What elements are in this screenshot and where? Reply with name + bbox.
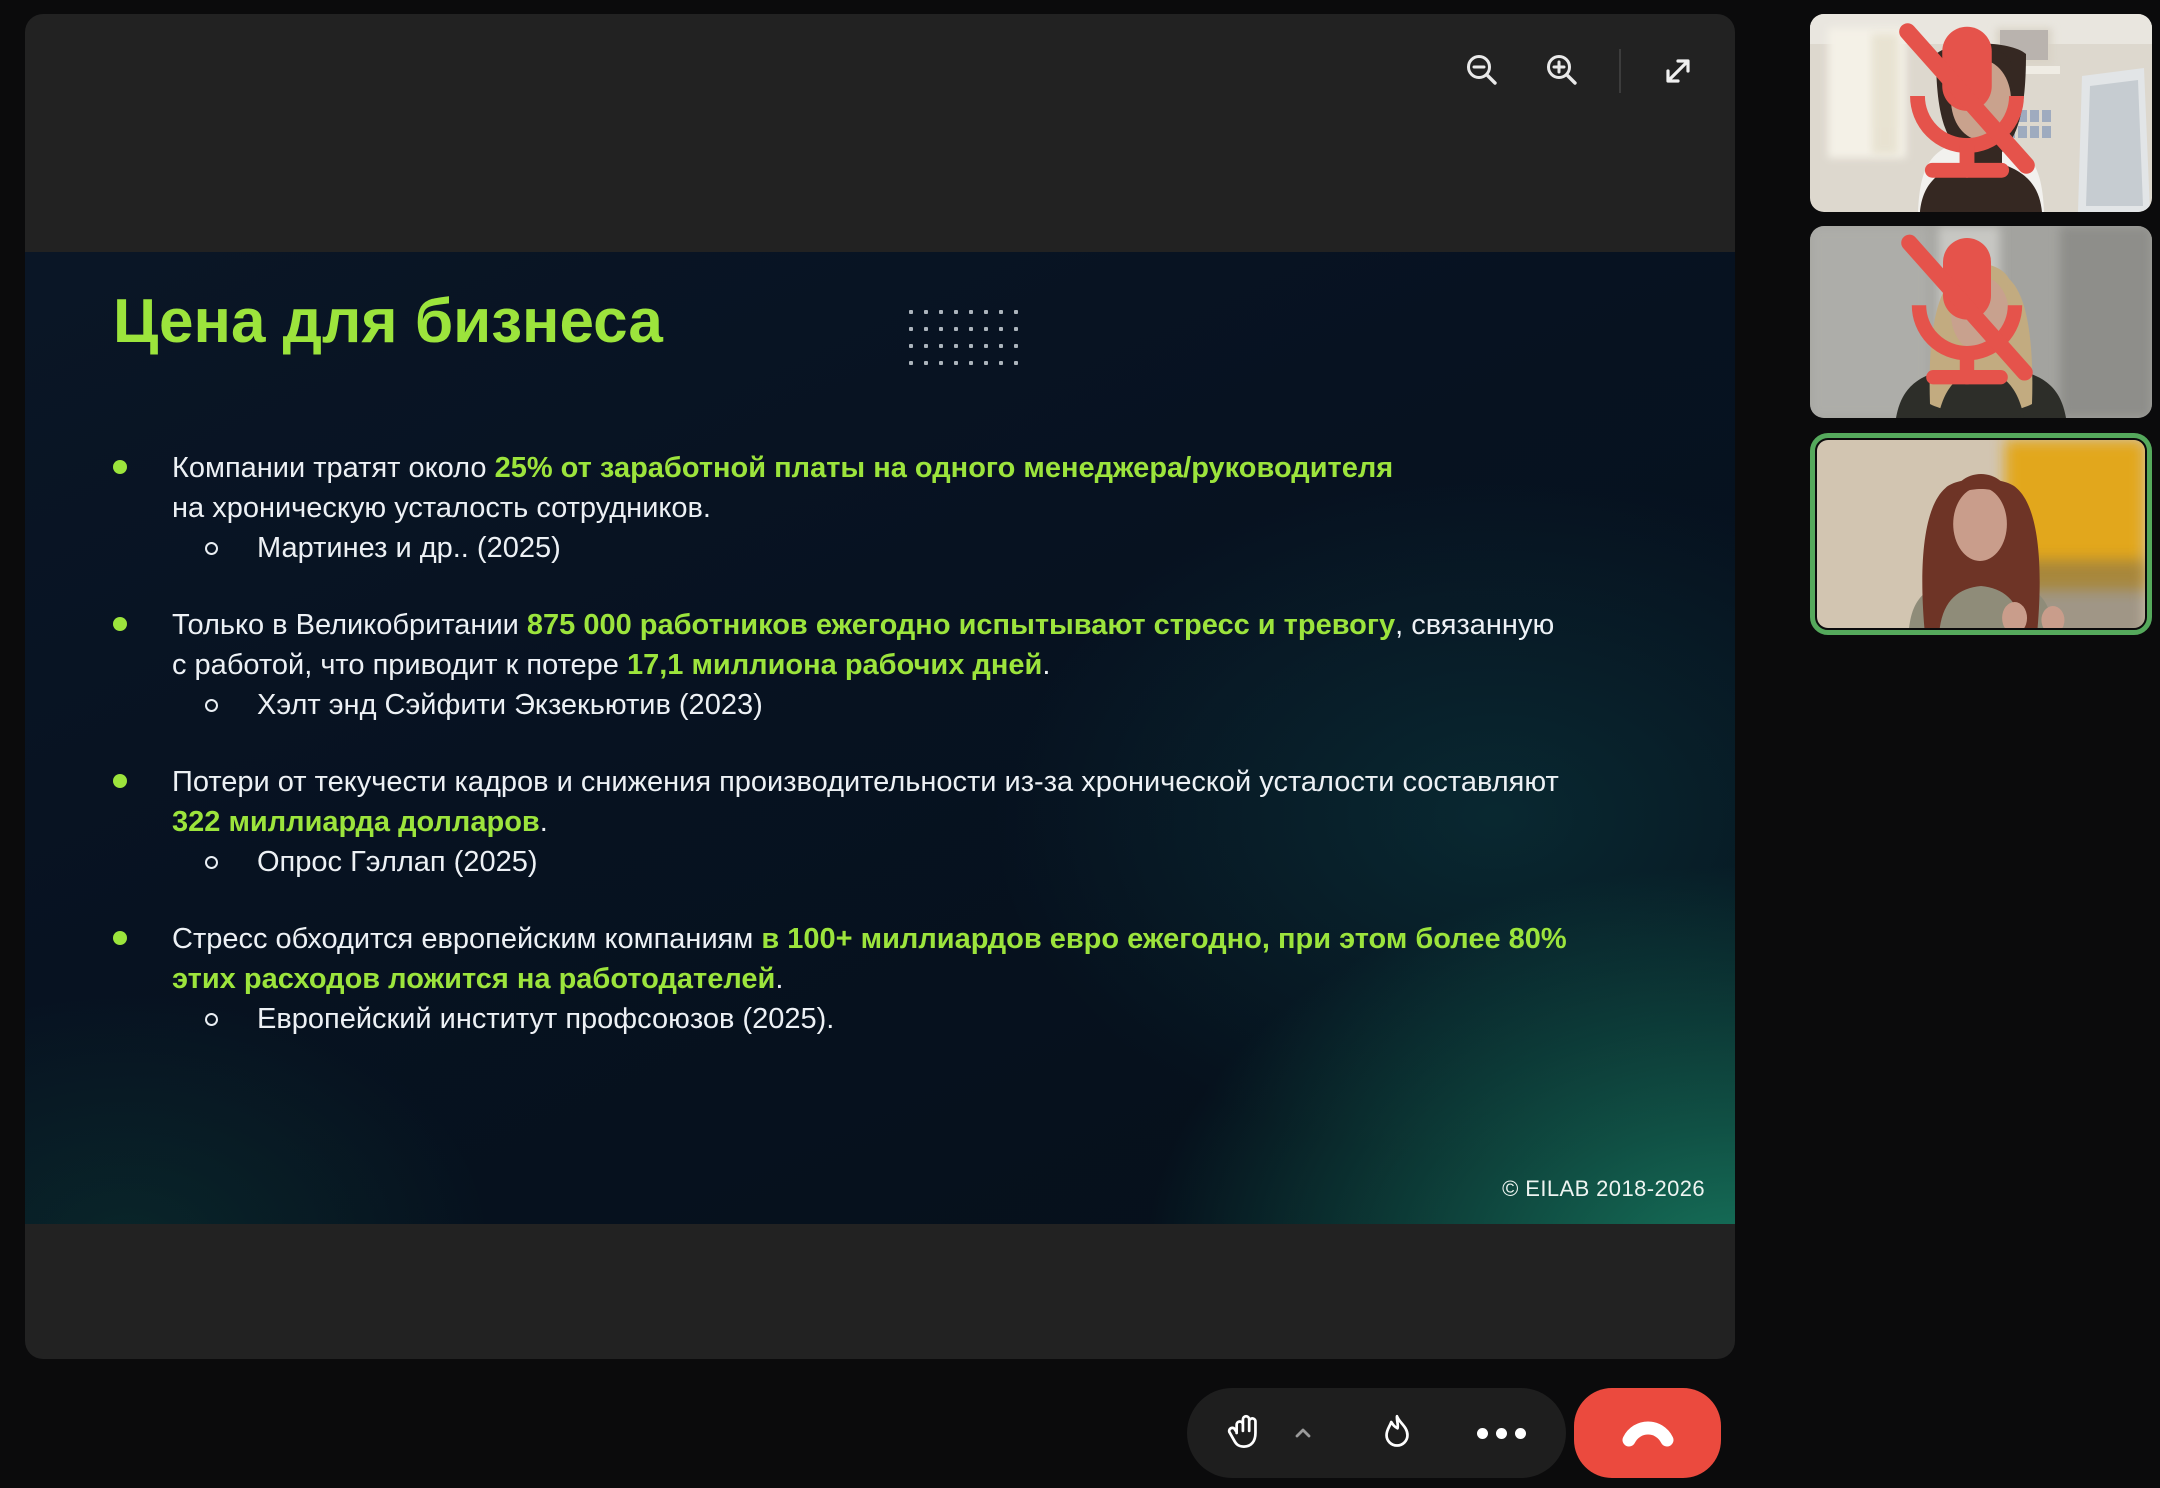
bullet-text: Только в Великобритании 875 000 работник… [172, 605, 1613, 725]
participant-3-video-clip [1817, 440, 2145, 628]
raise-hand-icon [1227, 1414, 1257, 1448]
bullet-item: Стресс обходится европейским компаниям в… [113, 919, 1613, 1039]
bullet-dot [113, 762, 172, 882]
bullet-source: Хэлт энд Сэйфити Экзекьютив (2023) [172, 685, 1613, 725]
expand-fullscreen-button[interactable] [1655, 48, 1701, 94]
muted-mic-icon [1901, 234, 2033, 385]
source-text: Мартинез и др.. (2025) [257, 532, 561, 564]
reactions-button[interactable] [1367, 1388, 1427, 1478]
bullet-dot [113, 448, 172, 568]
participant-video-1[interactable] [1810, 14, 2152, 212]
presentation-toolbar [1459, 48, 1701, 94]
sub-bullet-ring-icon [205, 541, 218, 555]
zoom-out-button[interactable] [1459, 48, 1505, 94]
participants-sidebar [1810, 0, 2152, 1488]
chevron-up-icon [1295, 1428, 1311, 1438]
bullet-source: Опрос Гэллап (2025) [172, 842, 1613, 882]
copyright-text: © EILAB 2018-2026 [1502, 1176, 1705, 1201]
sub-bullet-ring-icon [205, 855, 218, 869]
ellipsis-icon [1476, 1427, 1526, 1439]
participant-video-2[interactable] [1810, 226, 2152, 418]
hang-up-phone-icon [1622, 1421, 1673, 1447]
zoom-in-button[interactable] [1539, 48, 1585, 94]
bullet-text: Компании тратят около 25% от заработной … [172, 448, 1613, 568]
end-call-button[interactable] [1574, 1388, 1721, 1478]
bullet-text: Стресс обходится европейским компаниям в… [172, 919, 1613, 1039]
muted-mic-icon [1899, 23, 2035, 178]
bullet-text: Потери от текучести кадров и снижения пр… [172, 762, 1613, 882]
decorative-dot-grid [909, 310, 1018, 365]
participant-3-video-frame [1817, 440, 2145, 628]
source-text: Европейский институт профсоюзов (2025). [257, 1003, 835, 1035]
bullet-dot [113, 919, 172, 1039]
fire-icon [1385, 1414, 1409, 1447]
raise-hand-button[interactable] [1217, 1388, 1273, 1478]
slide-title: Цена для бизнеса [113, 287, 663, 356]
bullet-dot [113, 605, 172, 725]
toolbar-divider [1619, 49, 1621, 93]
zoom-out-icon [1467, 55, 1497, 85]
bullet-item: Потери от текучести кадров и снижения пр… [113, 762, 1613, 882]
zoom-in-icon [1547, 55, 1577, 85]
bullet-source: Европейский институт профсоюзов (2025). [172, 999, 1613, 1039]
bullet-item: Компании тратят около 25% от заработной … [113, 448, 1613, 568]
source-text: Хэлт энд Сэйфити Экзекьютив (2023) [257, 689, 763, 721]
presentation-panel: Цена для бизнеса Компании тратят около 2… [25, 14, 1735, 1359]
raise-hand-menu-button[interactable] [1281, 1388, 1325, 1478]
participant-video-3-active-speaker[interactable] [1810, 433, 2152, 635]
bullet-source: Мартинез и др.. (2025) [172, 528, 1613, 568]
sub-bullet-ring-icon [205, 698, 218, 712]
slide-canvas: Цена для бизнеса Компании тратят около 2… [25, 252, 1735, 1224]
bullet-item: Только в Великобритании 875 000 работник… [113, 605, 1613, 725]
bullet-list: Компании тратят около 25% от заработной … [113, 448, 1613, 1076]
sub-bullet-ring-icon [205, 1012, 218, 1026]
meeting-control-bar [1187, 1388, 1566, 1478]
more-options-button[interactable] [1465, 1388, 1537, 1478]
source-text: Опрос Гэллап (2025) [257, 846, 538, 878]
expand-icon [1666, 59, 1690, 83]
